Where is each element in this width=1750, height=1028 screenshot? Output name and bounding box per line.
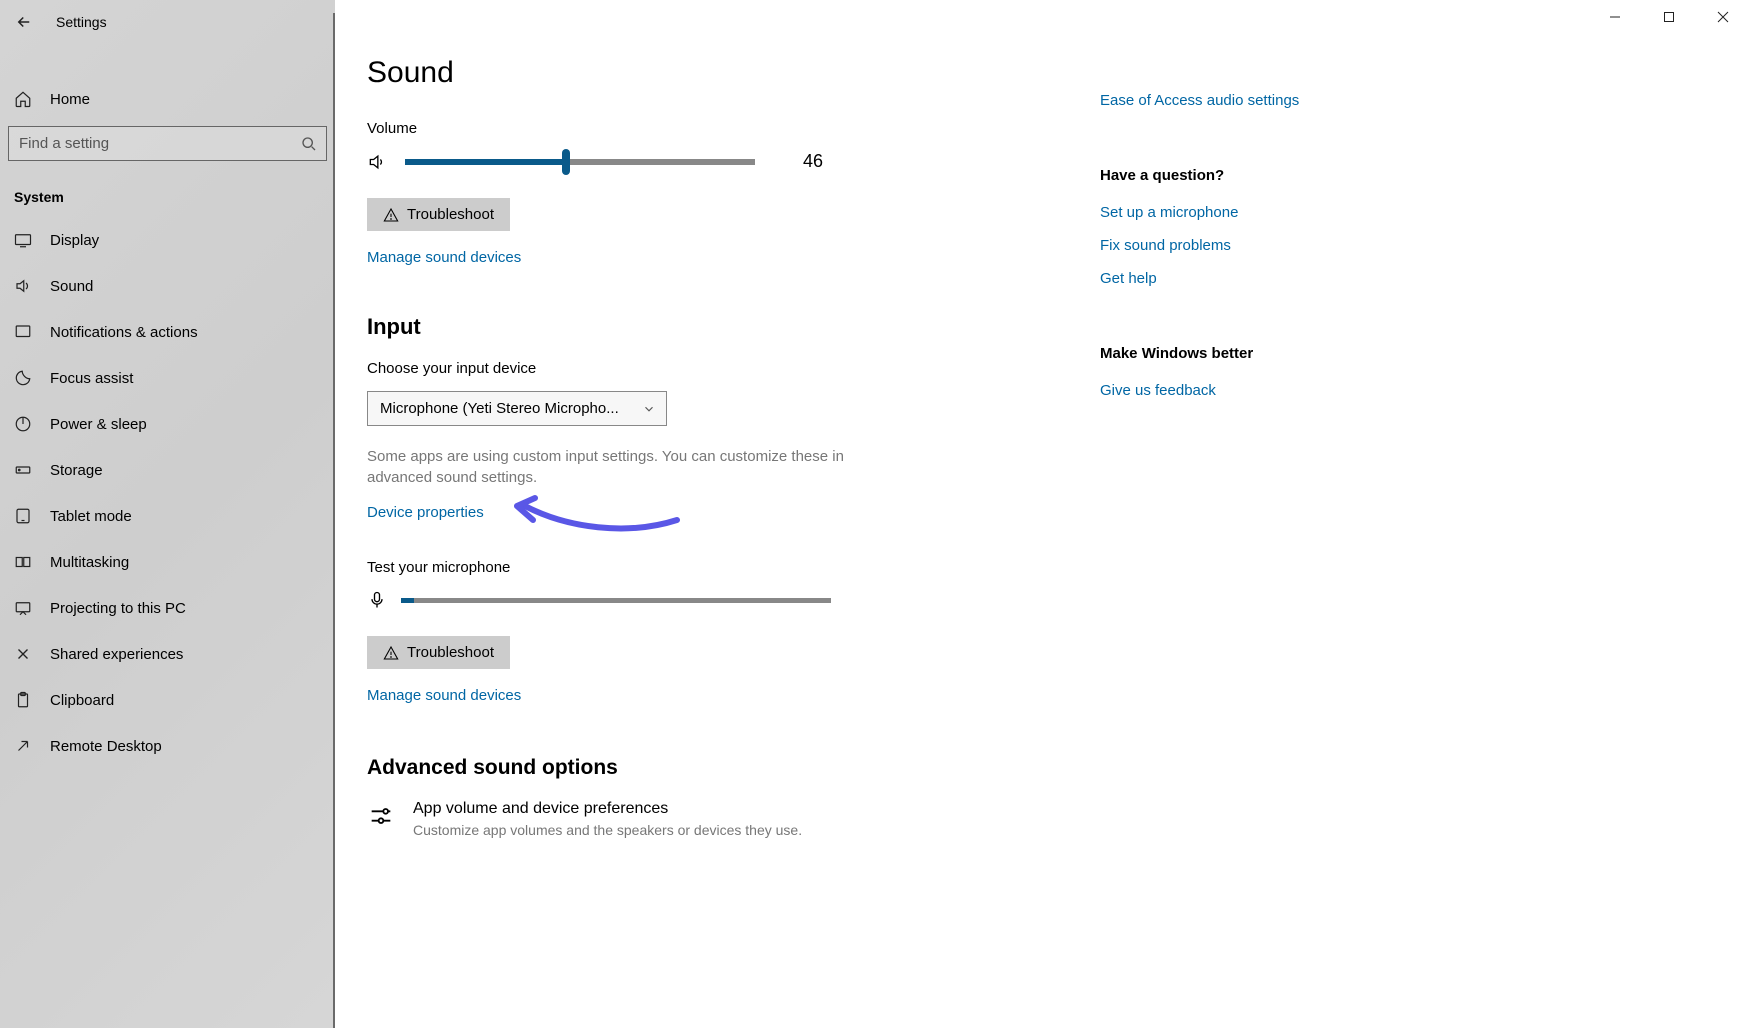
window-controls [1588,0,1750,34]
manage-sound-devices-input[interactable]: Manage sound devices [367,687,521,704]
right-pane: Ease of Access audio settings Have a que… [1100,92,1400,415]
sidebar-item-clipboard[interactable]: Clipboard [0,677,335,723]
warning-icon [383,207,399,223]
sidebar-item-label: Sound [50,278,93,295]
settings-sidebar: Settings Home System Display Sound Notif… [0,0,335,1028]
tablet-icon [14,507,32,525]
sidebar-item-tablet-mode[interactable]: Tablet mode [0,493,335,539]
sidebar-home[interactable]: Home [0,76,335,126]
annotation-arrow [507,488,687,538]
sidebar-item-label: Multitasking [50,554,129,571]
sidebar-item-label: Tablet mode [50,508,132,525]
input-note: Some apps are using custom input setting… [367,446,847,488]
projecting-icon [14,599,32,617]
sidebar-item-label: Projecting to this PC [50,600,186,617]
window-title: Settings [56,14,107,30]
volume-slider-fill [405,159,566,165]
sidebar-item-remote-desktop[interactable]: Remote Desktop [0,723,335,769]
warning-icon [383,645,399,661]
volume-row: 46 [367,151,1750,172]
microphone-icon [367,590,387,610]
choose-input-label: Choose your input device [367,360,1750,377]
power-icon [14,415,32,433]
home-label: Home [50,91,90,108]
window-close[interactable] [1696,0,1750,34]
window-minimize[interactable] [1588,0,1642,34]
sidebar-item-label: Shared experiences [50,646,183,663]
arrow-left-icon [15,13,33,31]
notifications-icon [14,323,32,341]
sidebar-header: Settings [0,8,335,46]
sidebar-item-label: Focus assist [50,370,133,387]
sidebar-item-label: Remote Desktop [50,738,162,755]
setup-microphone-link[interactable]: Set up a microphone [1100,204,1400,221]
sidebar-item-label: Notifications & actions [50,324,198,341]
troubleshoot-label: Troubleshoot [407,206,494,223]
have-question-head: Have a question? [1100,167,1400,184]
sound-icon [14,277,32,295]
input-heading: Input [367,314,1750,340]
fix-sound-link[interactable]: Fix sound problems [1100,237,1400,254]
volume-value: 46 [803,151,823,172]
close-icon [1717,11,1729,23]
sliders-icon [367,802,395,830]
sidebar-item-label: Storage [50,462,103,479]
troubleshoot-label: Troubleshoot [407,644,494,661]
mic-level-fill [401,598,414,603]
sidebar-item-power-sleep[interactable]: Power & sleep [0,401,335,447]
display-icon [14,231,32,249]
sidebar-item-label: Power & sleep [50,416,147,433]
app-volume-desc: Customize app volumes and the speakers o… [413,822,802,838]
volume-label: Volume [367,120,1750,137]
mic-level-bar [401,598,831,603]
sidebar-item-projecting[interactable]: Projecting to this PC [0,585,335,631]
search-input[interactable] [8,126,327,161]
app-volume-preferences[interactable]: App volume and device preferences Custom… [367,800,1750,838]
troubleshoot-output-button[interactable]: Troubleshoot [367,198,510,231]
sidebar-item-label: Clipboard [50,692,114,709]
sidebar-item-display[interactable]: Display [0,217,335,263]
remote-desktop-icon [14,737,32,755]
sidebar-item-sound[interactable]: Sound [0,263,335,309]
sidebar-item-notifications[interactable]: Notifications & actions [0,309,335,355]
sidebar-section: System [0,181,335,217]
back-button[interactable] [14,12,34,32]
advanced-heading: Advanced sound options [367,756,1750,780]
search-wrap [8,126,327,161]
clipboard-icon [14,691,32,709]
storage-icon [14,461,32,479]
troubleshoot-input-button[interactable]: Troubleshoot [367,636,510,669]
minimize-icon [1609,11,1621,23]
device-properties-link[interactable]: Device properties [367,504,484,521]
focus-assist-icon [14,369,32,387]
shared-icon [14,645,32,663]
ease-of-access-link[interactable]: Ease of Access audio settings [1100,92,1400,109]
sidebar-item-storage[interactable]: Storage [0,447,335,493]
volume-slider[interactable] [405,159,755,165]
sidebar-item-shared-experiences[interactable]: Shared experiences [0,631,335,677]
manage-sound-devices-output[interactable]: Manage sound devices [367,249,521,266]
test-mic-label: Test your microphone [367,559,1750,576]
chevron-down-icon [642,402,656,416]
input-device-select[interactable]: Microphone (Yeti Stereo Micropho... [367,391,667,426]
app-volume-title: App volume and device preferences [413,800,802,818]
maximize-icon [1663,11,1675,23]
volume-slider-thumb[interactable] [562,149,570,175]
sidebar-item-label: Display [50,232,99,249]
mic-test-row [367,590,1750,610]
home-icon [14,90,32,108]
main-pane: Sound Volume 46 Troubleshoot Manage soun… [335,0,1750,1028]
window-maximize[interactable] [1642,0,1696,34]
page-title: Sound [367,56,1750,90]
give-feedback-link[interactable]: Give us feedback [1100,382,1400,399]
multitasking-icon [14,553,32,571]
speaker-icon [367,152,387,172]
sidebar-item-multitasking[interactable]: Multitasking [0,539,335,585]
make-windows-better-head: Make Windows better [1100,345,1400,362]
input-device-selected: Microphone (Yeti Stereo Micropho... [380,400,619,417]
get-help-link[interactable]: Get help [1100,270,1400,287]
sidebar-item-focus-assist[interactable]: Focus assist [0,355,335,401]
